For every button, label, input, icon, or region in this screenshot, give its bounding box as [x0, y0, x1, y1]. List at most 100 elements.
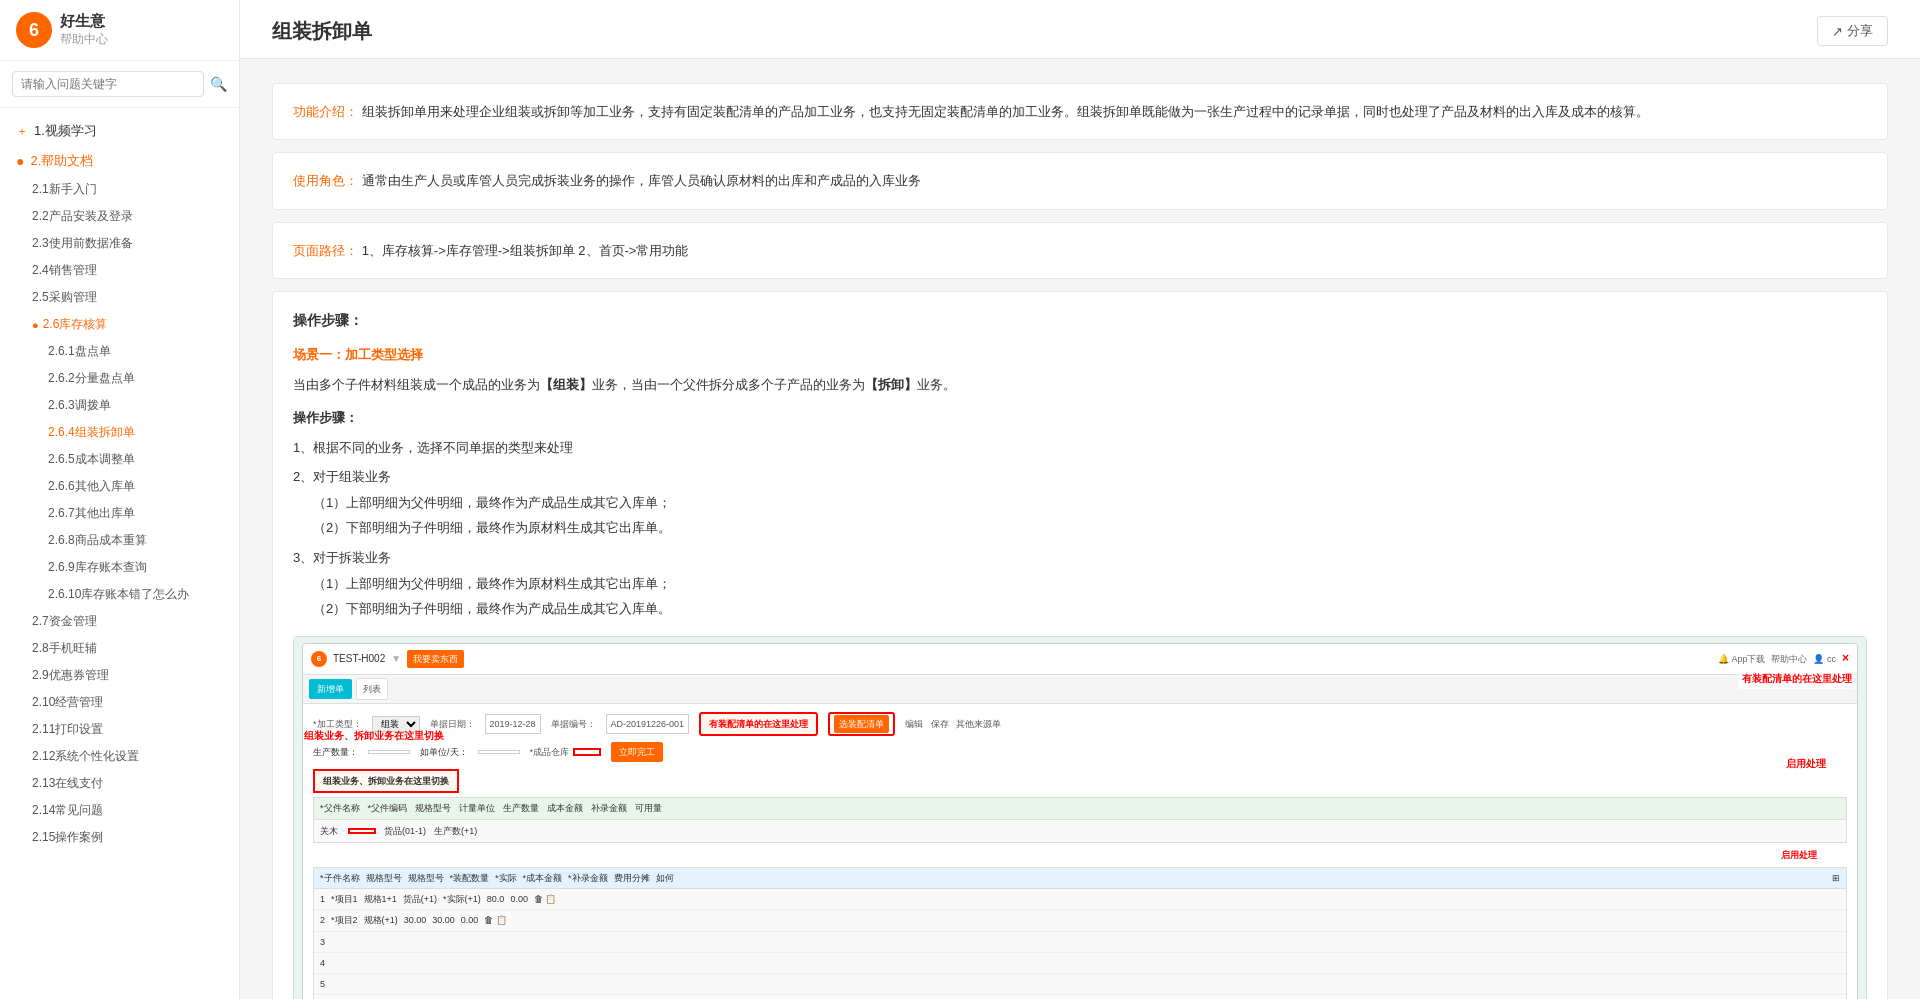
- sidebar-item-system[interactable]: 2.12系统个性化设置: [32, 743, 239, 770]
- sidebar-item-count[interactable]: 2.6.1盘点单: [48, 338, 239, 365]
- mock-tab-new[interactable]: 新增单: [309, 679, 352, 699]
- mock-parent-code-input[interactable]: [348, 828, 376, 834]
- mock-confirm-btn[interactable]: 选装配清单: [834, 715, 889, 733]
- mock-row2-col1: 2: [320, 912, 325, 928]
- sidebar-item-other-out[interactable]: 2.6.7其他出库单: [48, 500, 239, 527]
- mock-btn-group: 选装配清单: [828, 712, 895, 736]
- share-icon: ↗: [1832, 24, 1843, 39]
- sidebar-item-print[interactable]: 2.11打印设置: [32, 716, 239, 743]
- mock-row2-col3: 规格(+1): [364, 912, 398, 928]
- mock-parent-name: 关木: [320, 823, 338, 839]
- sidebar-item-mobile[interactable]: 2.8手机旺辅: [32, 635, 239, 662]
- mock-upper-table-header1: *父件名称: [320, 800, 360, 816]
- mock-upper-table-header6: 成本金额: [547, 800, 583, 816]
- sidebar-item-cost-recalc[interactable]: 2.6.8商品成本重算: [48, 527, 239, 554]
- mock-row1-op1[interactable]: 🗑 📋: [534, 891, 557, 907]
- sidebar-item-label: 1.视频学习: [34, 122, 97, 140]
- function-label: 功能介绍：: [293, 104, 358, 119]
- mock-enable-annotation: 启用处理: [1781, 850, 1817, 860]
- mock-upper-table-header5: 生产数量: [503, 800, 539, 816]
- mock-row2-op1[interactable]: 🗑 📋: [484, 912, 507, 928]
- sidebar-item-sales[interactable]: 2.4销售管理: [32, 257, 239, 284]
- mock-row1-col6: 80.0: [487, 891, 505, 907]
- mock-lower-col4: *装配数量: [450, 870, 490, 886]
- sidebar-item-other-in[interactable]: 2.6.6其他入库单: [48, 473, 239, 500]
- mock-switch-hint: 组装业务、拆卸业务在这里切换: [313, 769, 459, 793]
- mock-row1-col5: *实际(+1): [443, 891, 481, 907]
- mock-tools: 🔔 App下载: [1718, 651, 1765, 667]
- mock-assembly-hint: 有装配清单的在这里处理: [699, 712, 818, 736]
- sidebar-item-inventory-fix[interactable]: 2.6.10库存账本错了怎么办: [48, 581, 239, 608]
- sidebar-item-faq[interactable]: 2.14常见问题: [32, 797, 239, 824]
- mock-user: 👤 cc: [1813, 651, 1836, 667]
- sidebar-item-coupon[interactable]: 2.9优惠券管理: [32, 662, 239, 689]
- page-title: 组装拆卸单: [272, 18, 372, 45]
- sidebar-item-inventory[interactable]: ● 2.6库存核算: [32, 311, 239, 338]
- path-label: 页面路径：: [293, 243, 358, 258]
- sidebar-item-dataprep[interactable]: 2.3使用前数据准备: [32, 230, 239, 257]
- app-subtitle: 帮助中心: [60, 31, 108, 48]
- nav-tree: ＋ 1.视频学习 ● 2.帮助文档 2.1新手入门 2.2产品安装及登录 2.3…: [0, 108, 239, 999]
- annotation-1: 有装配清单的在这里处理: [1738, 669, 1856, 689]
- mock-lower-col7: *补录金额: [568, 870, 608, 886]
- mock-lower-col3: 规格型号: [408, 870, 444, 886]
- sidebar-item-cost-adjust[interactable]: 2.6.5成本调整单: [48, 446, 239, 473]
- sidebar: 6 好生意 帮助中心 🔍 ＋ 1.视频学习 ● 2.帮助文档 2.1新手入门 2…: [0, 0, 240, 999]
- sidebar-item-transfer[interactable]: 2.6.3调拨单: [48, 392, 239, 419]
- mock-lower-col2: 规格型号: [366, 870, 402, 886]
- mock-row1-col4: 货品(+1): [403, 891, 437, 907]
- sidebar-item-newbie[interactable]: 2.1新手入门: [32, 176, 239, 203]
- mock-complete-btn[interactable]: 立即完工: [611, 742, 663, 762]
- mock-unit-label: 如单位/天：: [420, 744, 468, 760]
- role-text: 通常由生产人员或库管人员完成拆装业务的操作，库管人员确认原材料的出库和产成品的入…: [362, 173, 921, 188]
- sidebar-item-business[interactable]: 2.10经营管理: [32, 689, 239, 716]
- function-intro-block: 功能介绍： 组装拆卸单用来处理企业组装或拆卸等加工业务，支持有固定装配清单的产品…: [272, 83, 1888, 140]
- mock-tab-list[interactable]: 列表: [356, 678, 388, 700]
- mock-version-icon: ▼: [391, 650, 401, 668]
- search-input[interactable]: [12, 71, 204, 97]
- sidebar-item-inventory-query[interactable]: 2.6.9库存账本查询: [48, 554, 239, 581]
- step3-sub1: （1）上部明细为父件明细，最终作为原材料生成其它出库单；: [313, 573, 1867, 595]
- collapse-icon: ●: [32, 319, 39, 331]
- mock-row2-col5: 30.00: [432, 912, 455, 928]
- share-button[interactable]: ↗ 分享: [1817, 16, 1888, 46]
- expand-icon: ＋: [16, 123, 28, 140]
- sidebar-item-docs[interactable]: ● 2.帮助文档: [0, 146, 239, 176]
- mock-expand-btn[interactable]: ⊞: [1832, 870, 1840, 886]
- mock-row2-col4: 30.00: [404, 912, 427, 928]
- step2: 2、对于组装业务: [293, 465, 1867, 488]
- mock-no-value: AD-20191226-001: [606, 714, 690, 734]
- sidebar-item-payment[interactable]: 2.13在线支付: [32, 770, 239, 797]
- app-title-group: 好生意 帮助中心: [60, 12, 108, 48]
- mock-parent-unit: 生产数(+1): [434, 823, 477, 839]
- mock-lower-col8: 费用分摊: [614, 870, 650, 886]
- app-logo: 6: [16, 12, 52, 48]
- sidebar-item-videos[interactable]: ＋ 1.视频学习: [0, 116, 239, 146]
- scenario1-desc: 当由多个子件材料组装成一个成品的业务为【组装】业务，当由一个父件拆分成多个子产品…: [293, 373, 1867, 396]
- collapse-icon: ●: [16, 153, 24, 169]
- annotation-2: 组装业务、拆卸业务在这里切换: [304, 727, 444, 745]
- search-button[interactable]: 🔍: [210, 76, 227, 92]
- search-bar: 🔍: [0, 61, 239, 108]
- mock-edit-label: 编辑 保存 其他来源单: [905, 716, 1001, 732]
- sidebar-item-cases[interactable]: 2.15操作案例: [32, 824, 239, 851]
- mock-date-value: 2019-12-28: [485, 714, 541, 734]
- mock-row2-col2: *项目2: [331, 912, 358, 928]
- step2-sub2: （2）下部明细为子件明细，最终作为原材料生成其它出库单。: [313, 517, 1867, 539]
- mock-unit-value: [478, 750, 520, 754]
- mock-warehouse-label: *成品仓库: [530, 744, 570, 760]
- sidebar-item-install[interactable]: 2.2产品安装及登录: [32, 203, 239, 230]
- sidebar-item-finance[interactable]: 2.7资金管理: [32, 608, 239, 635]
- mock-row5: 5: [314, 974, 1846, 995]
- mock-warehouse-input[interactable]: [573, 748, 601, 756]
- ops-title: 操作步骤：: [293, 308, 1867, 333]
- mock-upper-table-header8: 可用量: [635, 800, 662, 816]
- sidebar-item-assembly[interactable]: 2.6.4组装拆卸单: [48, 419, 239, 446]
- mock-app-name: TEST-H002: [333, 650, 385, 668]
- docs-sub-nav: 2.1新手入门 2.2产品安装及登录 2.3使用前数据准备 2.4销售管理 2.…: [0, 176, 239, 851]
- mock-row1-col7: 0.00: [510, 891, 528, 907]
- sidebar-item-purchase[interactable]: 2.5采购管理: [32, 284, 239, 311]
- sidebar-item-partial-count[interactable]: 2.6.2分量盘点单: [48, 365, 239, 392]
- sidebar-header: 6 好生意 帮助中心: [0, 0, 239, 61]
- mock-total-label: 生产数量：: [313, 744, 358, 760]
